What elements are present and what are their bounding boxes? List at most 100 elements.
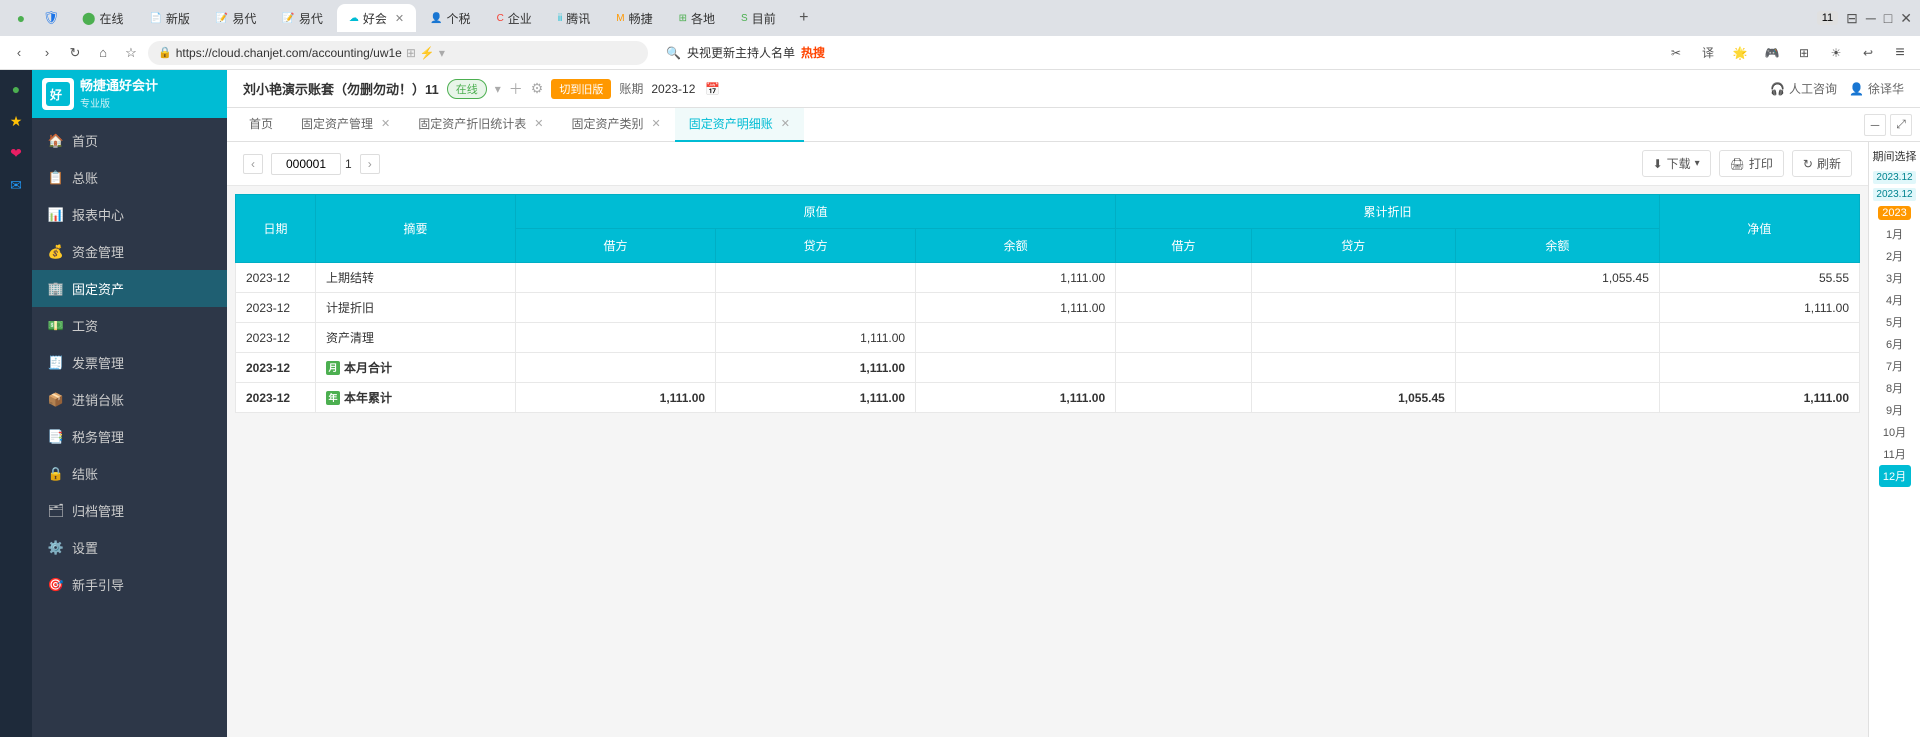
browser-tab-4[interactable]: 📝 易代 xyxy=(270,4,334,32)
sidebar-item-payroll[interactable]: 💵 工资 xyxy=(32,307,227,344)
dropdown-arrow-icon[interactable]: ▾ xyxy=(495,82,501,96)
browser-maximize[interactable]: □ xyxy=(1884,10,1892,26)
period-month-9[interactable]: 9月 xyxy=(1879,399,1911,421)
sidebar-item-guide[interactable]: 🎯 新手引导 xyxy=(32,566,227,603)
app-tab-close-3[interactable]: ✕ xyxy=(534,117,543,130)
sidebar-item-funds[interactable]: 💰 资金管理 xyxy=(32,233,227,270)
download-button[interactable]: ⬇ 下载 ▾ xyxy=(1642,150,1711,177)
cell-orig-debit-4 xyxy=(516,353,716,383)
period-edit-icon[interactable]: 📅 xyxy=(705,82,720,96)
app-tab-label-4: 固定资产类别 xyxy=(571,115,643,132)
sidebar-item-settings[interactable]: ⚙️ 设置 xyxy=(32,529,227,566)
sidebar-item-archive[interactable]: 🗂 归档管理 xyxy=(32,492,227,529)
cell-summary-1: 上期结转 xyxy=(316,263,516,293)
browser-minimize[interactable]: ─ xyxy=(1866,10,1876,26)
browser-tab-6[interactable]: 👤 个税 xyxy=(418,4,482,32)
home-button[interactable]: ⌂ xyxy=(92,42,114,64)
address-bar[interactable]: 🔒 https://cloud.chanjet.com/accounting/u… xyxy=(148,41,648,65)
th-orig-credit: 贷方 xyxy=(716,229,916,263)
sidebar-item-invoice[interactable]: 🧾 发票管理 xyxy=(32,344,227,381)
browser-tab-10[interactable]: ⊞ 各地 xyxy=(667,4,727,32)
tab-ctrl-minimize[interactable]: ─ xyxy=(1864,114,1886,136)
add-company-button[interactable]: ＋ xyxy=(509,79,523,99)
period-month-8[interactable]: 8月 xyxy=(1879,377,1911,399)
period-month-7[interactable]: 7月 xyxy=(1879,355,1911,377)
period-month-10[interactable]: 10月 xyxy=(1879,421,1911,443)
browser-tab-8[interactable]: ii 腾讯 xyxy=(546,4,602,32)
settings-gear-icon[interactable]: ⚙ xyxy=(531,80,544,97)
period-month-11[interactable]: 11月 xyxy=(1879,443,1911,465)
period-month-5[interactable]: 5月 xyxy=(1879,311,1911,333)
print-button[interactable]: 🖨 打印 xyxy=(1719,150,1784,177)
quick-icon-green[interactable]: ● xyxy=(3,76,29,102)
browser-close[interactable]: ✕ xyxy=(1900,10,1912,27)
period-month-6[interactable]: 6月 xyxy=(1879,333,1911,355)
period-month-3[interactable]: 3月 xyxy=(1879,267,1911,289)
period-month-2[interactable]: 2月 xyxy=(1879,245,1911,267)
app-tab-category[interactable]: 固定资产类别 ✕ xyxy=(557,108,674,142)
sidebar-item-closing[interactable]: 🔒 结账 xyxy=(32,455,227,492)
cell-net-3 xyxy=(1659,323,1859,353)
history-tool[interactable]: ↩ xyxy=(1856,41,1880,65)
page-code-input[interactable] xyxy=(271,153,341,175)
period-month-4[interactable]: 4月 xyxy=(1879,289,1911,311)
cell-net-2: 1,111.00 xyxy=(1659,293,1859,323)
back-button[interactable]: ‹ xyxy=(8,42,30,64)
tab-count-badge: 11 xyxy=(1817,11,1838,25)
app-tab-close-4[interactable]: ✕ xyxy=(652,117,661,130)
th-summary: 摘要 xyxy=(316,195,516,263)
browser-tab-2[interactable]: 📄 新版 xyxy=(137,4,201,32)
cell-dep-debit-1 xyxy=(1116,263,1252,293)
sidebar-item-purchase-sales[interactable]: 📦 进销台账 xyxy=(32,381,227,418)
translate-tool[interactable]: 译 xyxy=(1696,41,1720,65)
topbar-right: 🎧 人工咨询 👤 徐译华 xyxy=(1770,80,1904,97)
period-month-12[interactable]: 12月 xyxy=(1879,465,1911,487)
user-info[interactable]: 👤 徐译华 xyxy=(1849,80,1904,97)
sidebar-item-tax[interactable]: 📑 税务管理 xyxy=(32,418,227,455)
menu-tool[interactable]: ≡ xyxy=(1888,41,1912,65)
sidebar-item-fixed-assets[interactable]: 🏢 固定资产 xyxy=(32,270,227,307)
sidebar-item-home[interactable]: 🏠 首页 xyxy=(32,122,227,159)
app-tab-close-2[interactable]: ✕ xyxy=(381,117,390,130)
service-button[interactable]: 🎧 人工咨询 xyxy=(1770,80,1837,97)
forward-button[interactable]: › xyxy=(36,42,58,64)
refresh-button[interactable]: ↻ 刷新 xyxy=(1792,150,1852,177)
app-tab-depreciation[interactable]: 固定资产折旧统计表 ✕ xyxy=(404,108,557,142)
prev-page-button[interactable]: ‹ xyxy=(243,154,263,174)
new-tab-button[interactable]: + xyxy=(790,4,818,32)
browser-tab-3[interactable]: 📝 易代 xyxy=(204,4,268,32)
sidebar-item-reports[interactable]: 📊 报表中心 xyxy=(32,196,227,233)
wallet-tool[interactable]: 🌟 xyxy=(1728,41,1752,65)
grid-tool[interactable]: ⊞ xyxy=(1792,41,1816,65)
quick-icon-mail[interactable]: ✉ xyxy=(3,172,29,198)
hot-search-label: 热搜 xyxy=(801,44,825,61)
browser-tab-5[interactable]: ☁ 好会 ✕ xyxy=(337,4,416,32)
browser-tab-1[interactable]: ⬤ 在线 xyxy=(70,4,135,32)
browser-tab-9[interactable]: M 畅捷 xyxy=(604,4,664,32)
quick-icon-weibo[interactable]: ❤ xyxy=(3,140,29,166)
reload-button[interactable]: ↻ xyxy=(64,42,86,64)
app-tab-close-5[interactable]: ✕ xyxy=(781,117,790,130)
site-info-icon: ⊞ xyxy=(406,46,416,60)
app-tab-detail-ledger[interactable]: 固定资产明细账 ✕ xyxy=(675,108,804,142)
game-tool[interactable]: 🎮 xyxy=(1760,41,1784,65)
browser-tab-11[interactable]: S 目前 xyxy=(729,4,788,32)
browser-tab-7[interactable]: C 企业 xyxy=(485,4,544,32)
switch-version-button[interactable]: 切到旧版 xyxy=(551,79,611,99)
company-name: 刘小艳演示账套（勿删勿动！）11 xyxy=(243,79,439,98)
bookmark-button[interactable]: ☆ xyxy=(120,42,142,64)
app-tab-fixed-assets-mgmt[interactable]: 固定资产管理 ✕ xyxy=(287,108,404,142)
payroll-icon: 💵 xyxy=(48,318,64,334)
quick-icon-star[interactable]: ★ xyxy=(3,108,29,134)
period-start-date: 2023.12 xyxy=(1869,169,1920,186)
tab-close-5[interactable]: ✕ xyxy=(395,12,404,25)
brightness-tool[interactable]: ☀ xyxy=(1824,41,1848,65)
sidebar-item-general-ledger[interactable]: 📋 总账 xyxy=(32,159,227,196)
next-page-button[interactable]: › xyxy=(360,154,380,174)
scissors-tool[interactable]: ✂ xyxy=(1664,41,1688,65)
browser-sidebar-toggle[interactable]: ⊟ xyxy=(1846,10,1858,27)
app-tab-home[interactable]: 首页 xyxy=(235,108,287,142)
tab-ctrl-expand[interactable]: ⤢ xyxy=(1890,114,1912,136)
period-month-1[interactable]: 1月 xyxy=(1879,223,1911,245)
address-dropdown[interactable]: ▾ xyxy=(439,46,445,60)
